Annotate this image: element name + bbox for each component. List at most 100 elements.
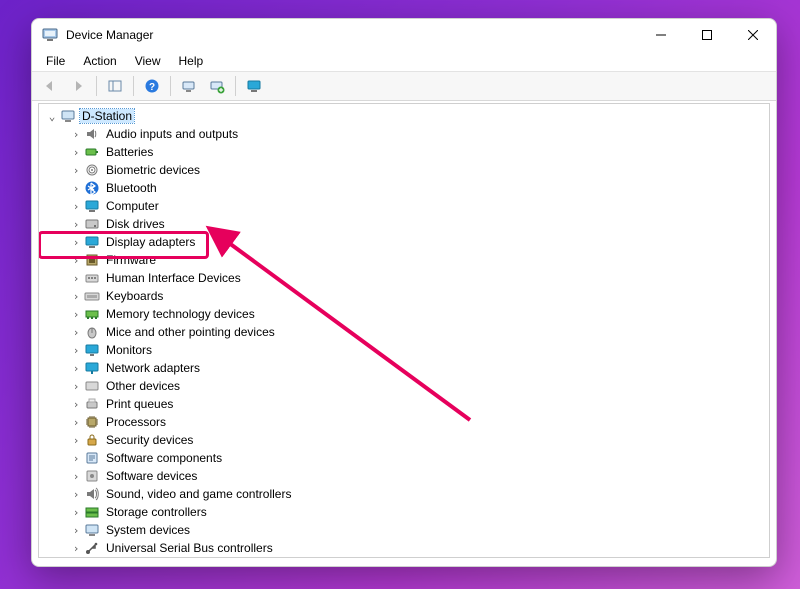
- chevron-right-icon[interactable]: ›: [70, 416, 82, 429]
- tree-category-label: Bluetooth: [104, 181, 159, 195]
- tree-category-hid[interactable]: › Human Interface Devices: [40, 269, 768, 287]
- chevron-right-icon[interactable]: ›: [70, 434, 82, 447]
- tree-category-label: Display adapters: [104, 235, 197, 249]
- bluetooth-icon: [84, 180, 100, 196]
- chevron-right-icon[interactable]: ›: [70, 524, 82, 537]
- chevron-right-icon[interactable]: ›: [70, 488, 82, 501]
- scan-hardware-button[interactable]: [176, 74, 202, 98]
- toolbar-separator: [170, 76, 171, 96]
- devices-by-type-button[interactable]: [241, 74, 267, 98]
- display-icon: [84, 234, 100, 250]
- audio-icon: [84, 126, 100, 142]
- tree-root-label: D-Station: [80, 109, 134, 123]
- tree-category-firmware[interactable]: ›Firmware: [40, 251, 768, 269]
- tree-category-mice[interactable]: › Mice and other pointing devices: [40, 323, 768, 341]
- tree-category-computer[interactable]: › Computer: [40, 197, 768, 215]
- chevron-right-icon[interactable]: ›: [70, 362, 82, 375]
- softcomp-icon: [84, 450, 100, 466]
- tree-category-label: Disk drives: [104, 217, 167, 231]
- tree-category-storage[interactable]: › Storage controllers: [40, 503, 768, 521]
- maximize-button[interactable]: [684, 19, 730, 51]
- memtech-icon: [84, 306, 100, 322]
- tree-category-usb[interactable]: › Universal Serial Bus controllers: [40, 539, 768, 556]
- tree-category-sound[interactable]: › Sound, video and game controllers: [40, 485, 768, 503]
- chevron-right-icon[interactable]: ›: [70, 470, 82, 483]
- sysdev-icon: [84, 522, 100, 538]
- show-hide-console-tree-button[interactable]: [102, 74, 128, 98]
- tree-category-label: Computer: [104, 199, 161, 213]
- chevron-right-icon[interactable]: ›: [70, 200, 82, 213]
- tree-category-other[interactable]: ›Other devices: [40, 377, 768, 395]
- chevron-down-icon[interactable]: ⌄: [46, 110, 58, 123]
- chevron-right-icon[interactable]: ›: [70, 272, 82, 285]
- tree-root[interactable]: ⌄ D-Station: [40, 107, 768, 125]
- forward-button[interactable]: [65, 74, 91, 98]
- tree-category-disk[interactable]: › Disk drives: [40, 215, 768, 233]
- tree-category-processors[interactable]: ›Processors: [40, 413, 768, 431]
- tree-category-batteries[interactable]: ›Batteries: [40, 143, 768, 161]
- chevron-right-icon[interactable]: ›: [70, 146, 82, 159]
- chevron-right-icon[interactable]: ›: [70, 380, 82, 393]
- chevron-right-icon[interactable]: ›: [70, 542, 82, 555]
- tree-category-monitors[interactable]: › Monitors: [40, 341, 768, 359]
- titlebar: Device Manager: [32, 19, 776, 51]
- minimize-button[interactable]: [638, 19, 684, 51]
- toolbar-separator: [133, 76, 134, 96]
- device-manager-icon: [42, 27, 58, 43]
- tree-category-label: Print queues: [104, 397, 175, 411]
- chevron-right-icon[interactable]: ›: [70, 254, 82, 267]
- tree-category-label: Monitors: [104, 343, 154, 357]
- tree-category-label: Biometric devices: [104, 163, 202, 177]
- chevron-right-icon[interactable]: ›: [70, 290, 82, 303]
- menu-help[interactable]: Help: [171, 52, 212, 70]
- chevron-right-icon[interactable]: ›: [70, 506, 82, 519]
- tree-category-label: Memory technology devices: [104, 307, 257, 321]
- chevron-right-icon[interactable]: ›: [70, 308, 82, 321]
- content-pane: ⌄ D-Station ›Audio inputs and outputs›Batt…: [38, 103, 770, 558]
- menubar: File Action View Help: [32, 51, 776, 72]
- tree-category-keyboards[interactable]: › Keyboards: [40, 287, 768, 305]
- menu-action[interactable]: Action: [75, 52, 124, 70]
- device-tree[interactable]: ⌄ D-Station ›Audio inputs and outputs›Batt…: [40, 105, 768, 556]
- tree-category-label: Software components: [104, 451, 224, 465]
- tree-category-label: Mice and other pointing devices: [104, 325, 277, 339]
- tree-category-sysdev[interactable]: ›System devices: [40, 521, 768, 539]
- menu-file[interactable]: File: [38, 52, 73, 70]
- hid-icon: [84, 270, 100, 286]
- tree-category-audio[interactable]: ›Audio inputs and outputs: [40, 125, 768, 143]
- chevron-right-icon[interactable]: ›: [70, 326, 82, 339]
- tree-category-label: Keyboards: [104, 289, 165, 303]
- close-button[interactable]: [730, 19, 776, 51]
- tree-category-label: Universal Serial Bus controllers: [104, 541, 275, 555]
- chevron-right-icon[interactable]: ›: [70, 128, 82, 141]
- tree-category-softdev[interactable]: › Software devices: [40, 467, 768, 485]
- chevron-right-icon[interactable]: ›: [70, 164, 82, 177]
- tree-category-label: Sound, video and game controllers: [104, 487, 293, 501]
- netadapt-icon: [84, 360, 100, 376]
- chevron-right-icon[interactable]: ›: [70, 218, 82, 231]
- chevron-right-icon[interactable]: ›: [70, 398, 82, 411]
- help-button[interactable]: ?: [139, 74, 165, 98]
- tree-category-biometric[interactable]: › Biometric devices: [40, 161, 768, 179]
- tree-category-bluetooth[interactable]: › Bluetooth: [40, 179, 768, 197]
- chevron-right-icon[interactable]: ›: [70, 236, 82, 249]
- device-manager-window: Device Manager File Action View Help ? ⌄…: [31, 18, 777, 567]
- tree-category-memtech[interactable]: › Memory technology devices: [40, 305, 768, 323]
- tree-category-security[interactable]: ›Security devices: [40, 431, 768, 449]
- tree-category-netadapt[interactable]: ›Network adapters: [40, 359, 768, 377]
- tree-category-label: Human Interface Devices: [104, 271, 243, 285]
- tree-category-softcomp[interactable]: › Software components: [40, 449, 768, 467]
- chevron-right-icon[interactable]: ›: [70, 344, 82, 357]
- tree-category-label: Software devices: [104, 469, 199, 483]
- chevron-right-icon[interactable]: ›: [70, 452, 82, 465]
- back-button[interactable]: [37, 74, 63, 98]
- keyboards-icon: [84, 288, 100, 304]
- tree-category-display[interactable]: › Display adapters: [40, 233, 768, 251]
- tree-category-printq[interactable]: › Print queues: [40, 395, 768, 413]
- sound-icon: [84, 486, 100, 502]
- tree-category-label: Storage controllers: [104, 505, 209, 519]
- add-legacy-hardware-button[interactable]: [204, 74, 230, 98]
- menu-view[interactable]: View: [127, 52, 169, 70]
- chevron-right-icon[interactable]: ›: [70, 182, 82, 195]
- firmware-icon: [84, 252, 100, 268]
